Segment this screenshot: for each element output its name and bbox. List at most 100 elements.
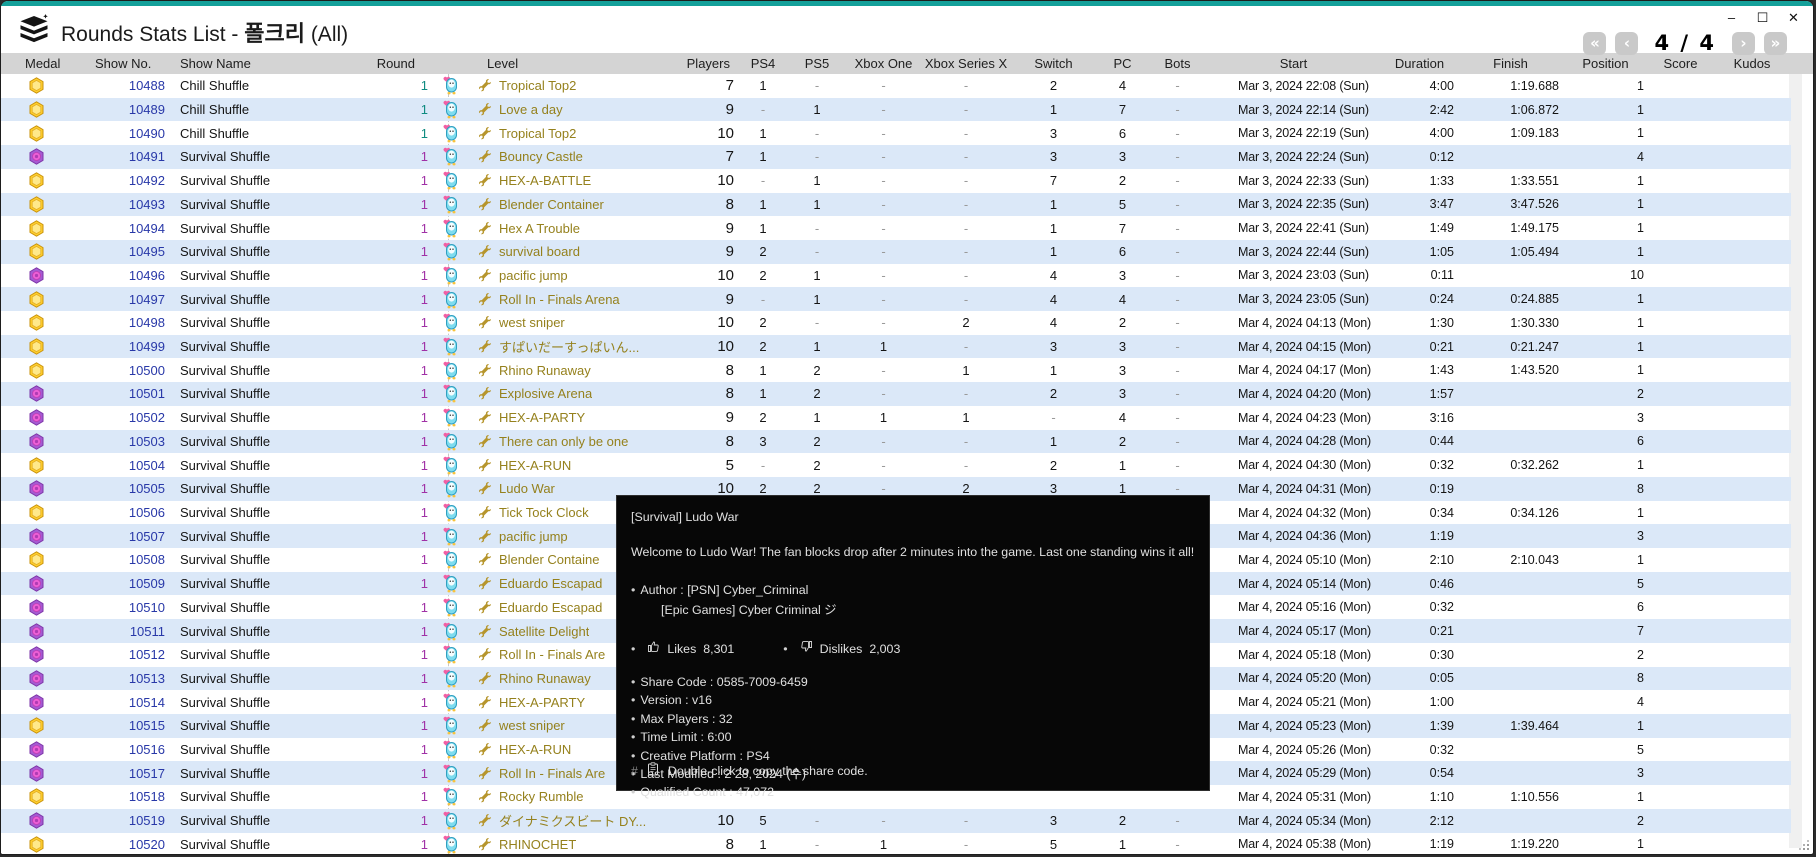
- show-no-link[interactable]: 10512: [71, 643, 168, 667]
- level-link[interactable]: Hex A Trouble: [467, 216, 661, 240]
- table-row[interactable]: 10501 Survival Shuffle 1 Explosive Arena…: [1, 382, 1791, 406]
- table-row[interactable]: 10491 Survival Shuffle 1 Bouncy Castle 7…: [1, 145, 1791, 169]
- score-value: [1648, 477, 1713, 501]
- column-header-bots[interactable]: Bots: [1149, 53, 1206, 74]
- table-row[interactable]: 10495 Survival Shuffle 1 survival board …: [1, 239, 1791, 264]
- level-link[interactable]: ダイナミクスビート DY...: [467, 809, 661, 833]
- table-row[interactable]: 10489 Chill Shuffle 1 Love a day 9 - 1 -…: [1, 97, 1791, 122]
- level-link[interactable]: west sniper: [467, 311, 661, 335]
- level-link[interactable]: There can only be one: [467, 430, 661, 454]
- table-row[interactable]: 10504 Survival Shuffle 1 HEX-A-RUN 5 - 2…: [1, 453, 1791, 477]
- level-link[interactable]: pacific jump: [467, 264, 661, 288]
- minimize-button[interactable]: –: [1724, 9, 1739, 27]
- show-no-link[interactable]: 10491: [71, 145, 168, 169]
- column-header-round[interactable]: Round: [369, 53, 431, 74]
- level-link[interactable]: Love a day: [467, 98, 661, 122]
- show-no-link[interactable]: 10518: [71, 785, 168, 809]
- column-header-duration[interactable]: Duration: [1381, 53, 1458, 74]
- last-page-button[interactable]: »: [1764, 31, 1787, 55]
- level-link[interactable]: Bouncy Castle: [467, 145, 661, 169]
- table-row[interactable]: 10496 Survival Shuffle 1 pacific jump 10…: [1, 264, 1791, 288]
- column-header-medal[interactable]: Medal: [1, 53, 71, 74]
- table-row[interactable]: 10502 Survival Shuffle 1 HEX-A-PARTY 9 2…: [1, 406, 1791, 430]
- table-row[interactable]: 10488 Chill Shuffle 1 Tropical Top2 7 1 …: [1, 74, 1791, 98]
- table-row[interactable]: 10520 Survival Shuffle 1 RHINOCHET 8 1 -…: [1, 833, 1791, 855]
- show-no-link[interactable]: 10508: [71, 548, 168, 572]
- level-link[interactable]: Tropical Top2: [467, 74, 661, 98]
- table-row[interactable]: 10493 Survival Shuffle 1 Blender Contain…: [1, 192, 1791, 217]
- column-header-ps5[interactable]: PS5: [788, 53, 846, 74]
- level-link[interactable]: HEX-A-RUN: [467, 453, 661, 477]
- show-no-link[interactable]: 10507: [71, 524, 168, 548]
- column-header-show-no[interactable]: Show No.: [71, 53, 168, 74]
- column-header-show-name[interactable]: Show Name: [168, 53, 369, 74]
- level-link[interactable]: HEX-A-PARTY: [467, 406, 661, 430]
- show-no-link[interactable]: 10505: [71, 477, 168, 501]
- show-no-link[interactable]: 10516: [71, 738, 168, 762]
- prev-page-button[interactable]: ‹: [1615, 31, 1639, 55]
- show-no-link[interactable]: 10489: [71, 98, 168, 122]
- column-header-start[interactable]: Start: [1206, 53, 1381, 74]
- show-no-link[interactable]: 10495: [71, 240, 168, 264]
- table-row[interactable]: 10499 Survival Shuffle 1 すぱいだーすっぱいん... 1…: [1, 334, 1791, 359]
- show-no-link[interactable]: 10509: [71, 572, 168, 596]
- show-no-link[interactable]: 10519: [71, 809, 168, 833]
- table-row[interactable]: 10519 Survival Shuffle 1 ダイナミクスビート DY...…: [1, 808, 1791, 833]
- close-button[interactable]: ✕: [1786, 9, 1801, 27]
- table-row[interactable]: 10500 Survival Shuffle 1 Rhino Runaway 8…: [1, 358, 1791, 382]
- level-link[interactable]: すぱいだーすっぱいん...: [467, 335, 661, 359]
- show-no-link[interactable]: 10497: [71, 287, 168, 311]
- resize-grip[interactable]: [1797, 838, 1811, 852]
- show-no-link[interactable]: 10494: [71, 216, 168, 240]
- show-no-link[interactable]: 10499: [71, 335, 168, 359]
- level-link[interactable]: HEX-A-BATTLE: [467, 169, 661, 193]
- level-link[interactable]: Rhino Runaway: [467, 358, 661, 382]
- show-no-link[interactable]: 10515: [71, 714, 168, 738]
- column-header-pc[interactable]: PC: [1096, 53, 1149, 74]
- show-no-link[interactable]: 10517: [71, 761, 168, 785]
- table-row[interactable]: 10492 Survival Shuffle 1 HEX-A-BATTLE 10…: [1, 169, 1791, 193]
- column-header-switch[interactable]: Switch: [1011, 53, 1096, 74]
- level-link[interactable]: RHINOCHET: [467, 833, 661, 855]
- level-link[interactable]: Blender Container: [467, 193, 661, 217]
- column-header-xbox-one[interactable]: Xbox One: [846, 53, 921, 74]
- maximize-button[interactable]: ☐: [1755, 9, 1770, 27]
- show-no-link[interactable]: 10506: [71, 501, 168, 525]
- show-no-link[interactable]: 10492: [71, 169, 168, 193]
- column-header-ps4[interactable]: PS4: [738, 53, 788, 74]
- show-no-link[interactable]: 10513: [71, 667, 168, 691]
- table-row[interactable]: 10490 Chill Shuffle 1 Tropical Top2 10 1…: [1, 121, 1791, 145]
- show-no-link[interactable]: 10501: [71, 382, 168, 406]
- column-header-level[interactable]: Level: [467, 53, 661, 74]
- column-header-finish[interactable]: Finish: [1458, 53, 1563, 74]
- table-row[interactable]: 10503 Survival Shuffle 1 There can only …: [1, 429, 1791, 454]
- table-row[interactable]: 10494 Survival Shuffle 1 Hex A Trouble 9…: [1, 216, 1791, 240]
- column-header-score[interactable]: Score: [1648, 53, 1713, 74]
- column-header-icon[interactable]: [431, 53, 467, 74]
- show-no-link[interactable]: 10493: [71, 193, 168, 217]
- level-link[interactable]: Tropical Top2: [467, 121, 661, 145]
- first-page-button[interactable]: «: [1583, 31, 1607, 55]
- level-link[interactable]: Explosive Arena: [467, 382, 661, 406]
- table-row[interactable]: 10498 Survival Shuffle 1 west sniper 10 …: [1, 311, 1791, 335]
- show-no-link[interactable]: 10504: [71, 453, 168, 477]
- show-no-link[interactable]: 10500: [71, 358, 168, 382]
- next-page-button[interactable]: ›: [1732, 31, 1755, 55]
- level-link[interactable]: survival board: [467, 240, 661, 264]
- show-no-link[interactable]: 10502: [71, 406, 168, 430]
- column-header-xbox-series-x[interactable]: Xbox Series X: [921, 53, 1011, 74]
- show-no-link[interactable]: 10498: [71, 311, 168, 335]
- show-no-link[interactable]: 10490: [71, 121, 168, 145]
- table-row[interactable]: 10497 Survival Shuffle 1 Roll In - Final…: [1, 287, 1791, 312]
- show-no-link[interactable]: 10488: [71, 74, 168, 98]
- show-no-link[interactable]: 10520: [71, 833, 168, 855]
- column-header-kudos[interactable]: Kudos: [1713, 53, 1791, 74]
- show-no-link[interactable]: 10514: [71, 690, 168, 714]
- show-no-link[interactable]: 10510: [71, 595, 168, 619]
- show-no-link[interactable]: 10496: [71, 264, 168, 288]
- column-header-position[interactable]: Position: [1563, 53, 1648, 74]
- column-header-players[interactable]: Players: [661, 53, 738, 74]
- level-link[interactable]: Roll In - Finals Arena: [467, 287, 661, 311]
- show-no-link[interactable]: 10511: [71, 619, 168, 643]
- show-no-link[interactable]: 10503: [71, 430, 168, 454]
